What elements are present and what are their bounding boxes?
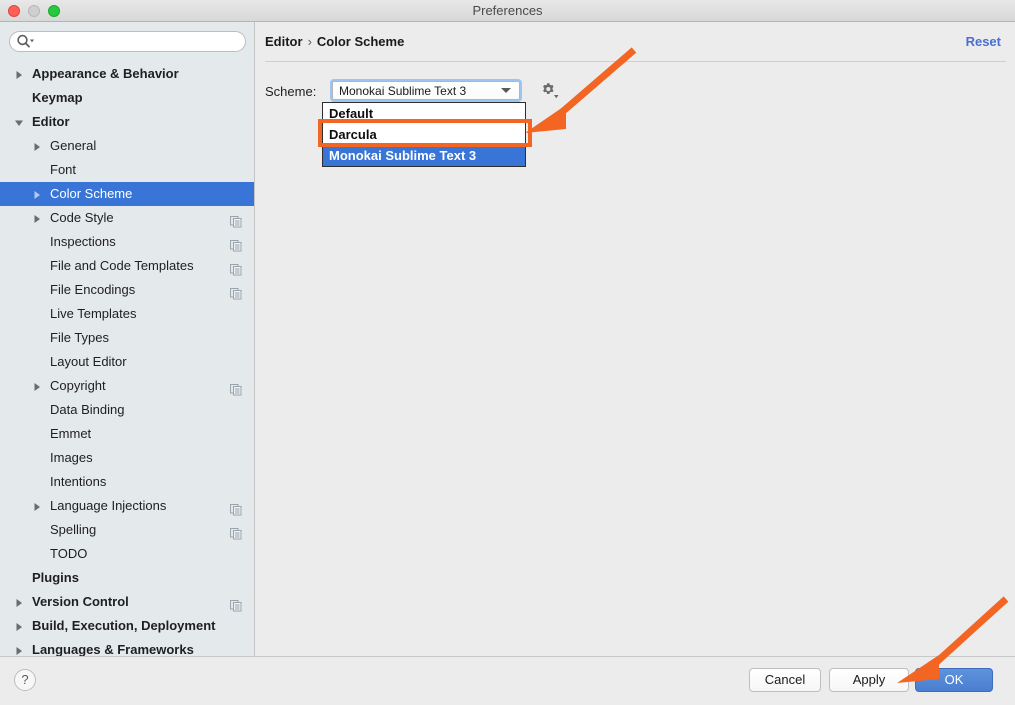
preferences-window: Preferences Appearance & Behavior Keymap E…: [0, 0, 1015, 705]
chevron-right-icon[interactable]: [12, 614, 26, 638]
breadcrumb-separator-icon: ›: [307, 34, 312, 49]
copy-icon[interactable]: [230, 524, 242, 540]
sidebar-item-color-scheme[interactable]: Color Scheme: [0, 182, 254, 206]
chevron-right-icon[interactable]: [12, 62, 26, 86]
dropdown-option[interactable]: Monokai Sublime Text 3: [323, 145, 525, 166]
scheme-selected-value: Monokai Sublime Text 3: [339, 84, 467, 98]
scheme-label: Scheme:: [265, 84, 317, 99]
sidebar-item-label: Build, Execution, Deployment: [32, 618, 216, 633]
chevron-right-icon[interactable]: [30, 206, 44, 230]
sidebar-item-label: Emmet: [50, 426, 92, 441]
breadcrumb: Editor › Color Scheme: [265, 34, 404, 49]
copy-icon[interactable]: [230, 380, 242, 396]
content-panel: Editor › Color Scheme Reset Scheme: Monoka…: [256, 22, 1015, 656]
sidebar-item-copyright[interactable]: Copyright: [0, 374, 254, 398]
sidebar-item-emmet[interactable]: Emmet: [0, 422, 254, 446]
sidebar-item-label: Layout Editor: [50, 354, 127, 369]
copy-icon[interactable]: [230, 596, 242, 612]
sidebar-item-file-encodings[interactable]: File Encodings: [0, 278, 254, 302]
sidebar-item-appearance-behavior[interactable]: Appearance & Behavior: [0, 62, 254, 86]
sidebar-item-label: File Types: [50, 330, 110, 345]
chevron-right-icon[interactable]: [12, 590, 26, 614]
sidebar-item-label: Font: [50, 162, 77, 177]
scheme-combobox-inner: Monokai Sublime Text 3: [332, 81, 520, 100]
sidebar-item-todo[interactable]: TODO: [0, 542, 254, 566]
chevron-right-icon[interactable]: [30, 374, 44, 398]
gear-icon[interactable]: [539, 81, 561, 101]
sidebar-item-build-execution-deployment[interactable]: Build, Execution, Deployment: [0, 614, 254, 638]
sidebar-item-label: TODO: [50, 546, 88, 561]
sidebar-item-inspections[interactable]: Inspections: [0, 230, 254, 254]
search-input[interactable]: [9, 31, 246, 52]
title-bar: Preferences: [0, 0, 1015, 22]
settings-sidebar: Appearance & Behavior Keymap Editor General…: [0, 22, 255, 656]
sidebar-item-label: Plugins: [32, 570, 79, 585]
sidebar-item-label: Languages & Frameworks: [32, 642, 194, 656]
copy-icon[interactable]: [230, 500, 242, 516]
sidebar-item-label: Intentions: [50, 474, 107, 489]
help-button[interactable]: ?: [14, 669, 36, 691]
copy-icon[interactable]: [230, 236, 242, 252]
sidebar-item-general[interactable]: General: [0, 134, 254, 158]
sidebar-item-label: Live Templates: [50, 306, 137, 321]
sidebar-item-file-types[interactable]: File Types: [0, 326, 254, 350]
sidebar-item-label: Appearance & Behavior: [32, 66, 179, 81]
window-title: Preferences: [472, 3, 543, 18]
chevron-down-icon: [501, 88, 511, 93]
search-field-wrapper: [9, 31, 246, 52]
chevron-right-icon[interactable]: [30, 182, 44, 206]
breadcrumb-current: Color Scheme: [316, 34, 405, 49]
dialog-footer: ? Cancel Apply OK: [0, 656, 1015, 705]
sidebar-item-language-injections[interactable]: Language Injections: [0, 494, 254, 518]
scheme-combobox[interactable]: Monokai Sublime Text 3: [330, 79, 522, 102]
sidebar-item-code-style[interactable]: Code Style: [0, 206, 254, 230]
cancel-button[interactable]: Cancel: [749, 668, 821, 692]
sidebar-item-editor[interactable]: Editor: [0, 110, 254, 134]
chevron-right-icon[interactable]: [12, 638, 26, 656]
sidebar-item-live-templates[interactable]: Live Templates: [0, 302, 254, 326]
sidebar-item-label: File and Code Templates: [50, 258, 194, 273]
ok-button[interactable]: OK: [915, 668, 993, 692]
copy-icon[interactable]: [230, 212, 242, 228]
sidebar-item-intentions[interactable]: Intentions: [0, 470, 254, 494]
sidebar-item-spelling[interactable]: Spelling: [0, 518, 254, 542]
reset-link[interactable]: Reset: [966, 34, 1001, 49]
sidebar-item-label: Data Binding: [50, 402, 125, 417]
sidebar-item-images[interactable]: Images: [0, 446, 254, 470]
sidebar-item-languages-frameworks[interactable]: Languages & Frameworks: [0, 638, 254, 656]
content-divider: [265, 61, 1006, 62]
chevron-down-icon[interactable]: [12, 110, 26, 134]
dropdown-option[interactable]: Darcula: [323, 124, 525, 145]
sidebar-item-font[interactable]: Font: [0, 158, 254, 182]
sidebar-item-label: Spelling: [50, 522, 97, 537]
sidebar-item-label: Inspections: [50, 234, 116, 249]
scheme-dropdown-menu[interactable]: Default Darcula Monokai Sublime Text 3: [322, 102, 526, 167]
sidebar-item-version-control[interactable]: Version Control: [0, 590, 254, 614]
chevron-right-icon[interactable]: [30, 494, 44, 518]
copy-icon[interactable]: [230, 260, 242, 276]
sidebar-item-label: Version Control: [32, 594, 129, 609]
sidebar-item-label: Editor: [32, 114, 70, 129]
breadcrumb-parent[interactable]: Editor: [265, 34, 303, 49]
apply-button[interactable]: Apply: [829, 668, 909, 692]
sidebar-item-label: Keymap: [32, 90, 83, 105]
sidebar-item-layout-editor[interactable]: Layout Editor: [0, 350, 254, 374]
copy-icon[interactable]: [230, 284, 242, 300]
sidebar-item-file-and-code-templates[interactable]: File and Code Templates: [0, 254, 254, 278]
sidebar-item-plugins[interactable]: Plugins: [0, 566, 254, 590]
chevron-right-icon[interactable]: [30, 134, 44, 158]
dropdown-option[interactable]: Default: [323, 103, 525, 124]
sidebar-item-label: Images: [50, 450, 93, 465]
sidebar-item-keymap[interactable]: Keymap: [0, 86, 254, 110]
settings-tree: Appearance & Behavior Keymap Editor General…: [0, 62, 254, 656]
sidebar-item-data-binding[interactable]: Data Binding: [0, 398, 254, 422]
sidebar-item-label: File Encodings: [50, 282, 136, 297]
